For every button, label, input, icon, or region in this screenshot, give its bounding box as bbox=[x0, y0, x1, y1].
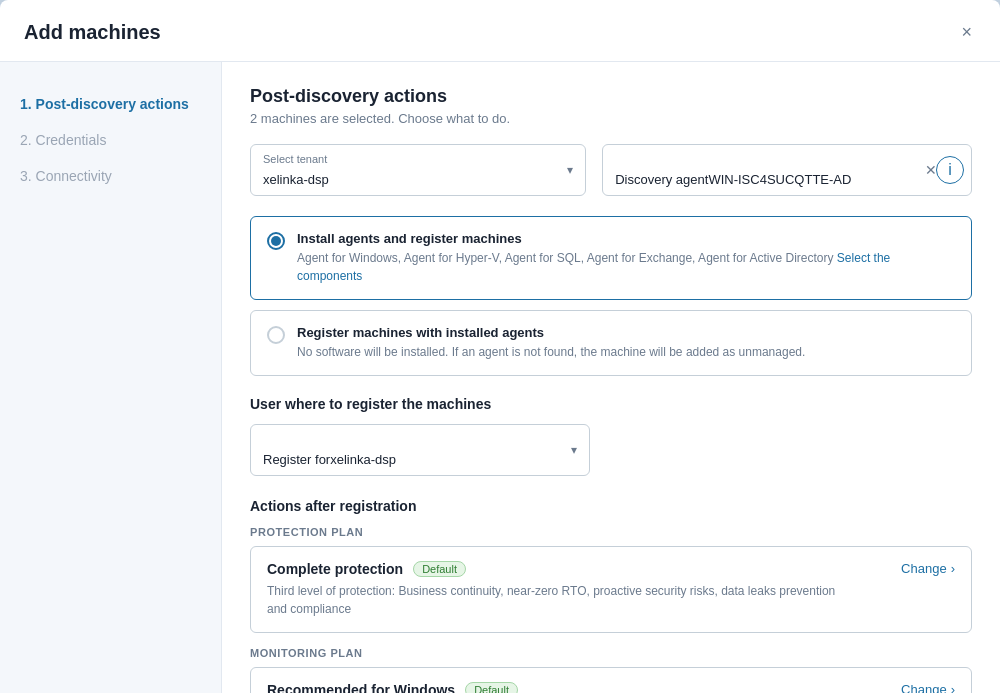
select-tenant-dropdown[interactable]: Select tenant xelinka-dsp ▾ bbox=[250, 144, 586, 196]
sidebar-item-credentials[interactable]: 2. Credentials bbox=[0, 122, 221, 158]
dialog-body: 1. Post-discovery actions 2. Credentials… bbox=[0, 62, 1000, 693]
monitoring-plan-info: Recommended for Windows Default Monitors… bbox=[267, 682, 587, 693]
sidebar: 1. Post-discovery actions 2. Credentials… bbox=[0, 62, 222, 693]
monitoring-plan-label: MONITORING PLAN bbox=[250, 647, 972, 659]
radio-content-register: Register machines with installed agents … bbox=[297, 325, 805, 361]
sidebar-item-connectivity[interactable]: 3. Connectivity bbox=[0, 158, 221, 194]
agent-field-group: Discovery agent WIN-ISC4SUCQTTE-AD ✕ i bbox=[602, 144, 972, 196]
sidebar-item-post-discovery[interactable]: 1. Post-discovery actions bbox=[0, 86, 221, 122]
protection-plan-badge: Default bbox=[413, 561, 466, 577]
select-tenant-label: Select tenant bbox=[263, 153, 327, 165]
radio-content-install: Install agents and register machines Age… bbox=[297, 231, 955, 285]
radio-label-install: Install agents and register machines bbox=[297, 231, 955, 246]
main-content: Post-discovery actions 2 machines are se… bbox=[222, 62, 1000, 693]
protection-plan-label: PROTECTION PLAN bbox=[250, 526, 972, 538]
user-register-title: User where to register the machines bbox=[250, 396, 972, 412]
radio-button-register bbox=[267, 326, 285, 344]
protection-plan-info: Complete protection Default Third level … bbox=[267, 561, 847, 618]
tenant-field-group: Select tenant xelinka-dsp ▾ bbox=[250, 144, 586, 196]
select-tenant-value: xelinka-dsp bbox=[263, 172, 329, 187]
radio-options: Install agents and register machines Age… bbox=[250, 216, 972, 376]
protection-plan-desc: Third level of protection: Business cont… bbox=[267, 582, 847, 618]
dialog-title: Add machines bbox=[24, 21, 161, 44]
discovery-agent-field: Discovery agent WIN-ISC4SUCQTTE-AD ✕ bbox=[602, 144, 972, 196]
protection-plan-change-button[interactable]: Change › bbox=[901, 561, 955, 576]
register-for-dropdown[interactable]: Register for xelinka-dsp ▾ bbox=[250, 424, 590, 476]
dialog-header: Add machines × bbox=[0, 0, 1000, 62]
close-button[interactable]: × bbox=[957, 18, 976, 47]
register-chevron-icon: ▾ bbox=[571, 443, 577, 457]
monitoring-plan-change-button[interactable]: Change › bbox=[901, 682, 955, 693]
chevron-down-icon: ▾ bbox=[567, 163, 573, 177]
radio-button-install bbox=[267, 232, 285, 250]
actions-after-title: Actions after registration bbox=[250, 498, 972, 514]
monitoring-plan-card: Recommended for Windows Default Monitors… bbox=[250, 667, 972, 693]
section-title: Post-discovery actions bbox=[250, 86, 972, 107]
register-for-value: xelinka-dsp bbox=[330, 452, 396, 467]
radio-desc-register: No software will be installed. If an age… bbox=[297, 343, 805, 361]
discovery-agent-label: Discovery agent bbox=[615, 172, 708, 187]
add-machines-dialog: Add machines × 1. Post-discovery actions… bbox=[0, 0, 1000, 693]
register-for-label: Register for bbox=[263, 452, 330, 467]
radio-option-register-only[interactable]: Register machines with installed agents … bbox=[250, 310, 972, 376]
info-icon[interactable]: i bbox=[936, 156, 964, 184]
radio-option-install-agents[interactable]: Install agents and register machines Age… bbox=[250, 216, 972, 300]
protection-plan-card: Complete protection Default Third level … bbox=[250, 546, 972, 633]
fields-row: Select tenant xelinka-dsp ▾ Discovery ag… bbox=[250, 144, 972, 196]
radio-desc-install: Agent for Windows, Agent for Hyper-V, Ag… bbox=[297, 249, 955, 285]
monitoring-plan-title: Recommended for Windows Default bbox=[267, 682, 587, 693]
discovery-agent-value: WIN-ISC4SUCQTTE-AD bbox=[708, 172, 851, 187]
radio-label-register: Register machines with installed agents bbox=[297, 325, 805, 340]
register-for-section: User where to register the machines Regi… bbox=[250, 396, 972, 476]
monitoring-plan-badge: Default bbox=[465, 682, 518, 693]
protection-plan-title: Complete protection Default bbox=[267, 561, 847, 577]
section-subtitle: 2 machines are selected. Choose what to … bbox=[250, 111, 972, 126]
actions-section: Actions after registration PROTECTION PL… bbox=[250, 498, 972, 693]
